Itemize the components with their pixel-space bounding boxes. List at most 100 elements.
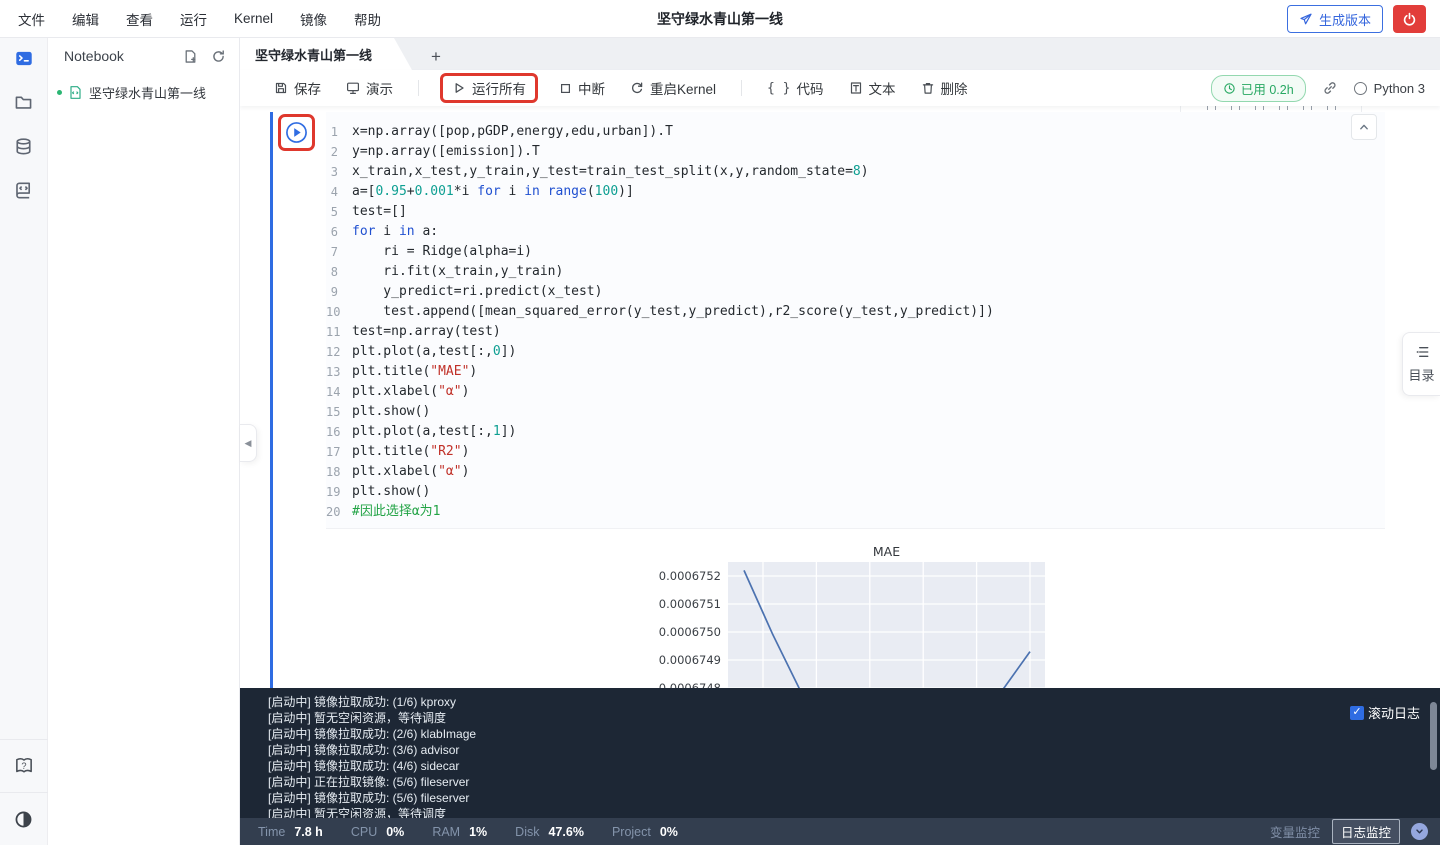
code-text: plt.xlabel("α") [352, 464, 470, 479]
add-tab-button[interactable]: + [426, 48, 446, 65]
restart-icon [632, 82, 643, 94]
shutdown-button[interactable] [1393, 5, 1426, 33]
log-scrollbar[interactable] [1430, 702, 1437, 770]
line-number: 11 [326, 325, 341, 339]
menu-item-3[interactable]: 查看 [126, 9, 153, 29]
code-line: 9 y_predict=ri.predict(x_test) [326, 282, 1385, 302]
monitor-tab-inactive[interactable]: 变量监控 [1262, 820, 1328, 843]
chevron-down-icon [1416, 829, 1423, 834]
restart-kernel-button[interactable]: 重启Kernel [630, 78, 716, 98]
code-text: #因此选择α为1 [352, 504, 441, 519]
code-text: ri = Ridge(alpha=i) [352, 244, 533, 259]
scroll-log-toggle[interactable]: ✓ 滚动日志 [1349, 703, 1420, 722]
kernel-name: Python 3 [1373, 80, 1425, 96]
notebook-file-icon [68, 85, 83, 100]
line-number: 1 [330, 125, 338, 139]
notebook-panel-icon[interactable] [14, 48, 34, 68]
activity-rail: ? [0, 38, 48, 845]
save-icon [275, 82, 287, 94]
code-line: 11 test=np.array(test) [326, 322, 1385, 342]
notebook-file-item[interactable]: 坚守绿水青山第一线 [48, 74, 239, 111]
line-number: 18 [326, 465, 341, 479]
code-text: plt.plot(a,test[:,0]) [352, 344, 517, 359]
code-text: for i in a: [352, 224, 439, 239]
files-panel-icon[interactable] [14, 92, 34, 112]
log-line: [启动中] 镜像拉取成功: (1/6) kproxy [268, 695, 457, 709]
triangle-left-icon: ◀ [244, 437, 252, 448]
run-all-button[interactable]: 运行所有 [452, 78, 526, 98]
code-line: 20 #因此选择α为1 [326, 502, 1385, 522]
collapse-log-button[interactable] [1411, 823, 1428, 840]
notebook-toolbar: 保存 演示 运行所有 中断 重启Kernel {} 代码 文本 删除 已用 0… [240, 70, 1440, 106]
presentation-icon [347, 82, 360, 94]
datasets-panel-icon[interactable] [14, 136, 34, 156]
line-number: 13 [326, 365, 341, 379]
monitor-tab-active[interactable]: 日志监控 [1331, 819, 1400, 844]
add-text-cell-button[interactable]: 文本 [849, 78, 896, 98]
cell-toolbar-icon[interactable] [1230, 106, 1240, 110]
code-editor[interactable]: 1 x=np.array([pop,pGDP,energy,edu,urban])… [326, 112, 1385, 529]
collapse-cell-button[interactable] [1351, 114, 1377, 140]
save-button[interactable]: 保存 [274, 78, 321, 98]
theme-toggle-icon[interactable] [14, 809, 34, 829]
page-title: 坚守绿水青山第一线 [657, 10, 783, 27]
interrupt-button[interactable]: 中断 [559, 78, 605, 98]
run-cell-button[interactable] [284, 120, 309, 145]
svg-text:0.0006749: 0.0006749 [659, 653, 721, 667]
refresh-icon[interactable] [211, 49, 226, 64]
code-text: plt.xlabel("α") [352, 384, 470, 399]
collapse-sidebar-handle[interactable]: ◀ [240, 424, 257, 462]
link-icon[interactable] [1322, 80, 1338, 96]
code-text: plt.title("MAE") [352, 364, 478, 379]
kernel-selector[interactable]: Python 3 [1353, 80, 1425, 96]
cell-toolbar-icon[interactable] [1206, 106, 1216, 110]
code-line: 19 plt.show() [326, 482, 1385, 502]
menu-item-5[interactable]: Kernel [234, 11, 273, 26]
line-number: 12 [326, 345, 341, 359]
log-panel: [启动中] 镜像拉取成功: (1/6) kproxy [启动中] 暂无空闲资源，等… [240, 688, 1440, 818]
packages-panel-icon[interactable] [14, 180, 34, 200]
code-text: plt.show() [352, 484, 431, 499]
new-notebook-icon[interactable] [183, 49, 198, 64]
code-text: x_train,x_test,y_train,y_test=train_test… [352, 164, 869, 179]
toc-tab[interactable]: 目录 [1402, 332, 1440, 396]
notebook-sidebar: Notebook 坚守绿水青山第一线 [48, 38, 240, 845]
toolbar-divider [418, 80, 419, 96]
log-line: [启动中] 暂无空闲资源，等待调度 [268, 711, 447, 725]
cell-toolbar-icon[interactable] [1278, 106, 1288, 110]
cell-selected-bar [270, 112, 273, 774]
resource-stats: Time 7.8 h CPU 0% RAM 1% Disk 47.6% Project 0% [258, 825, 678, 839]
toc-label: 目录 [1408, 368, 1435, 383]
line-number: 14 [326, 385, 341, 399]
code-line: 2 y=np.array([emission]).T [326, 142, 1385, 162]
cell-toolbar-icon[interactable] [1326, 106, 1336, 110]
menu-item-7[interactable]: 帮助 [354, 9, 381, 29]
delete-cell-button[interactable]: 删除 [921, 78, 968, 98]
tab-notebook[interactable]: 坚守绿水青山第一线 [240, 38, 412, 70]
add-code-cell-button[interactable]: { } 代码 [767, 78, 823, 98]
code-line: 18 plt.xlabel("α") [326, 462, 1385, 482]
code-line: 12 plt.plot(a,test[:,0]) [326, 342, 1385, 362]
toolbar-divider [741, 80, 743, 96]
present-button[interactable]: 演示 [346, 78, 393, 98]
scroll-log-label: 滚动日志 [1367, 706, 1420, 721]
generate-version-button[interactable]: 生成版本 [1286, 5, 1383, 33]
cell-toolbar-icon[interactable] [1254, 106, 1264, 110]
code-text: plt.show() [352, 404, 431, 419]
menu-item-6[interactable]: 镜像 [300, 9, 327, 29]
menu-item-4[interactable]: 运行 [180, 9, 207, 29]
status-bar: Time 7.8 h CPU 0% RAM 1% Disk 47.6% Project 0% 变量… [240, 818, 1440, 845]
line-number: 9 [330, 285, 338, 299]
cell-toolbar-icon[interactable] [1302, 106, 1312, 110]
log-line: [启动中] 暂无空闲资源，等待调度 [268, 807, 447, 818]
menu-item-1[interactable]: 文件 [18, 9, 45, 29]
menu-item-2[interactable]: 编辑 [72, 9, 99, 29]
code-line: 8 ri.fit(x_train,y_train) [326, 262, 1385, 282]
help-docs-icon[interactable]: ? [14, 756, 34, 776]
line-number: 4 [330, 185, 338, 199]
svg-text:0.0006751: 0.0006751 [659, 597, 721, 611]
header-actions: 生成版本 [1286, 5, 1426, 33]
checkbox-checked-icon[interactable]: ✓ [1349, 705, 1364, 720]
svg-text:MAE: MAE [873, 544, 900, 559]
code-text: plt.plot(a,test[:,1]) [352, 424, 517, 439]
